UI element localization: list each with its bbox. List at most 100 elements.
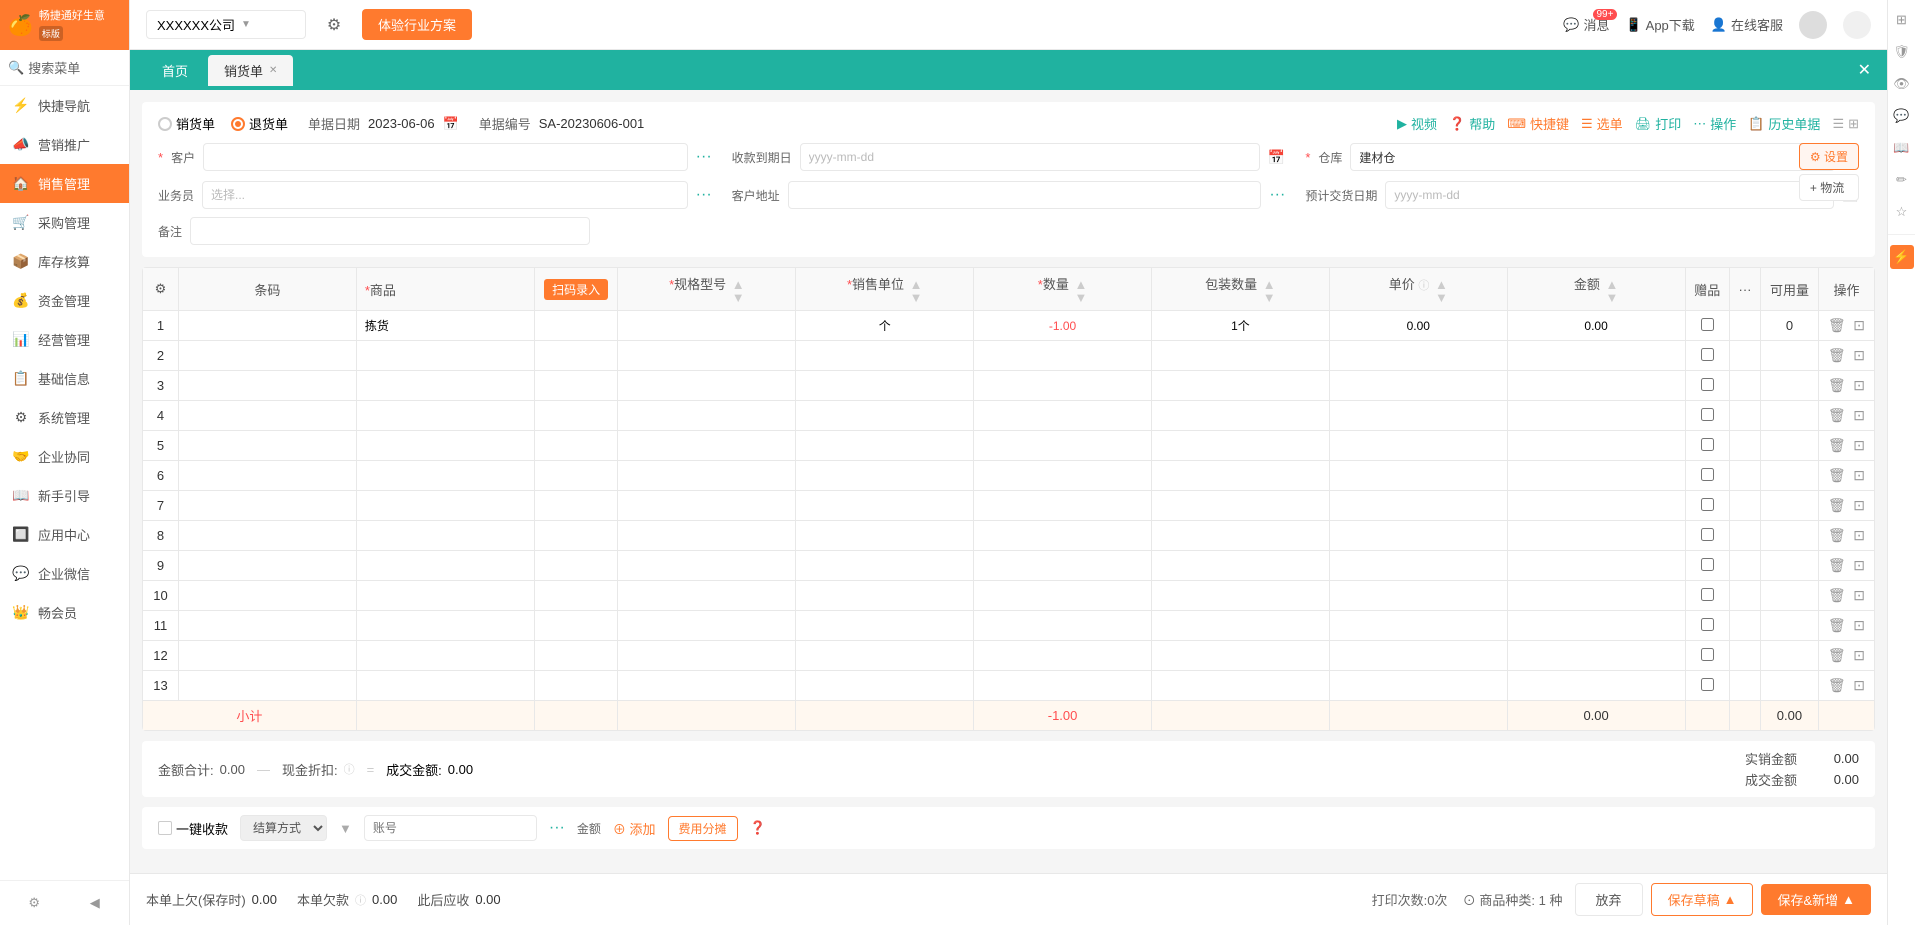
row-price[interactable]	[1329, 401, 1507, 431]
right-panel-icon-chat[interactable]: 💬	[1890, 104, 1914, 128]
row-gift[interactable]	[1685, 371, 1729, 401]
row-unit[interactable]	[796, 671, 974, 701]
app-download-button[interactable]: 📱 App下载	[1625, 15, 1694, 34]
grid-view-icon[interactable]: ⊞	[1848, 116, 1859, 132]
customer-more-icon[interactable]: ···	[696, 149, 712, 165]
right-panel-icon-eye[interactable]: 👁	[1890, 72, 1914, 96]
calc-method-select[interactable]: 结算方式	[240, 815, 327, 841]
row-product[interactable]	[356, 431, 534, 461]
sidebar-item-member[interactable]: 👑 畅会员	[0, 593, 129, 632]
row-amount[interactable]	[1507, 311, 1685, 341]
copy-icon[interactable]: ⊡	[1853, 347, 1865, 363]
payment-help-icon[interactable]: ❓	[750, 820, 766, 836]
row-amount[interactable]	[1507, 581, 1685, 611]
delete-icon[interactable]: 🗑	[1828, 377, 1846, 393]
right-panel-icon-shield[interactable]: 🛡	[1890, 40, 1914, 64]
company-selector[interactable]: XXXXXX公司 ▼	[146, 10, 306, 39]
row-gift[interactable]	[1685, 641, 1729, 671]
row-amount[interactable]	[1507, 341, 1685, 371]
row-barcode[interactable]	[179, 461, 357, 491]
customer-addr-input[interactable]	[788, 181, 1262, 209]
row-price[interactable]	[1329, 461, 1507, 491]
tab-home[interactable]: 首页	[146, 55, 204, 86]
copy-icon[interactable]: ⊡	[1853, 467, 1865, 483]
row-spec[interactable]	[618, 581, 796, 611]
row-price[interactable]	[1329, 671, 1507, 701]
row-gift[interactable]	[1685, 521, 1729, 551]
row-product[interactable]	[356, 521, 534, 551]
row-gift[interactable]	[1685, 611, 1729, 641]
row-qty[interactable]	[974, 431, 1152, 461]
copy-icon[interactable]: ⊡	[1853, 407, 1865, 423]
row-gift[interactable]	[1685, 491, 1729, 521]
tab-close-icon[interactable]: ✕	[269, 65, 277, 76]
logistics-button[interactable]: + 物流	[1799, 174, 1859, 201]
row-product[interactable]	[356, 611, 534, 641]
row-unit[interactable]	[796, 461, 974, 491]
settings-button[interactable]: ⚙ 设置	[1799, 143, 1859, 170]
row-pkgqty[interactable]	[1151, 641, 1329, 671]
sidebar-item-sales[interactable]: 🏠 销售管理	[0, 164, 129, 203]
radio-return-order[interactable]: 退货单	[231, 114, 288, 133]
row-note[interactable]	[1729, 491, 1760, 521]
row-amount[interactable]	[1507, 611, 1685, 641]
notes-input[interactable]	[190, 217, 590, 245]
row-pkgqty[interactable]	[1151, 371, 1329, 401]
row-gift[interactable]	[1685, 671, 1729, 701]
expected-date-input[interactable]	[1385, 181, 1833, 209]
row-spec[interactable]	[618, 611, 796, 641]
row-price[interactable]	[1329, 311, 1507, 341]
message-button[interactable]: 💬 消息 99+	[1563, 15, 1609, 34]
delete-icon[interactable]: 🗑	[1828, 407, 1846, 423]
row-note[interactable]	[1729, 431, 1760, 461]
copy-icon[interactable]: ⊡	[1853, 587, 1865, 603]
row-product[interactable]	[356, 551, 534, 581]
doc-no-value[interactable]: SA-20230606-001	[539, 116, 645, 131]
row-amount[interactable]	[1507, 401, 1685, 431]
expense-split-button[interactable]: 费用分摊	[668, 816, 738, 841]
row-gift[interactable]	[1685, 461, 1729, 491]
row-price[interactable]	[1329, 611, 1507, 641]
col-settings[interactable]: ⚙	[143, 268, 179, 311]
row-note[interactable]	[1729, 581, 1760, 611]
sidebar-item-guide[interactable]: 📖 新手引导	[0, 476, 129, 515]
row-unit[interactable]	[796, 491, 974, 521]
list-view-icon[interactable]: ☰	[1832, 116, 1844, 132]
delete-icon[interactable]: 🗑	[1828, 647, 1846, 663]
sidebar-item-basic[interactable]: 📋 基础信息	[0, 359, 129, 398]
row-unit[interactable]	[796, 641, 974, 671]
row-barcode[interactable]	[179, 581, 357, 611]
sidebar-item-wechat[interactable]: 💬 企业微信	[0, 554, 129, 593]
row-unit[interactable]	[796, 311, 974, 341]
sidebar-item-enterprise[interactable]: 🤝 企业协同	[0, 437, 129, 476]
row-note[interactable]	[1729, 341, 1760, 371]
account-more-icon[interactable]: ···	[549, 820, 565, 836]
row-barcode[interactable]	[179, 611, 357, 641]
row-price[interactable]	[1329, 551, 1507, 581]
row-product[interactable]	[356, 491, 534, 521]
row-price[interactable]	[1329, 581, 1507, 611]
row-spec[interactable]	[618, 491, 796, 521]
sidebar-item-quick-nav[interactable]: ⚡ 快捷导航	[0, 86, 129, 125]
row-pkgqty[interactable]	[1151, 521, 1329, 551]
toolbar-shortcut[interactable]: ⌨ 快捷键	[1507, 114, 1569, 133]
row-spec[interactable]	[618, 521, 796, 551]
row-price[interactable]	[1329, 491, 1507, 521]
sidebar-item-system[interactable]: ⚙ 系统管理	[0, 398, 129, 437]
row-pkgqty[interactable]	[1151, 431, 1329, 461]
row-gift[interactable]	[1685, 431, 1729, 461]
row-spec[interactable]	[618, 341, 796, 371]
add-amount-button[interactable]: ⊕ 添加	[613, 819, 656, 838]
sidebar-settings-btn[interactable]: ⚙	[8, 889, 61, 917]
row-unit[interactable]	[796, 401, 974, 431]
row-unit[interactable]	[796, 521, 974, 551]
calendar-icon[interactable]: 📅	[443, 116, 459, 132]
right-panel-icon-star[interactable]: ☆	[1890, 200, 1914, 224]
copy-icon[interactable]: ⊡	[1853, 557, 1865, 573]
row-product[interactable]	[356, 581, 534, 611]
date-value[interactable]: 2023-06-06	[368, 116, 435, 131]
row-price[interactable]	[1329, 371, 1507, 401]
copy-icon[interactable]: ⊡	[1853, 527, 1865, 543]
account-input[interactable]	[364, 815, 537, 841]
row-pkgqty[interactable]	[1151, 461, 1329, 491]
